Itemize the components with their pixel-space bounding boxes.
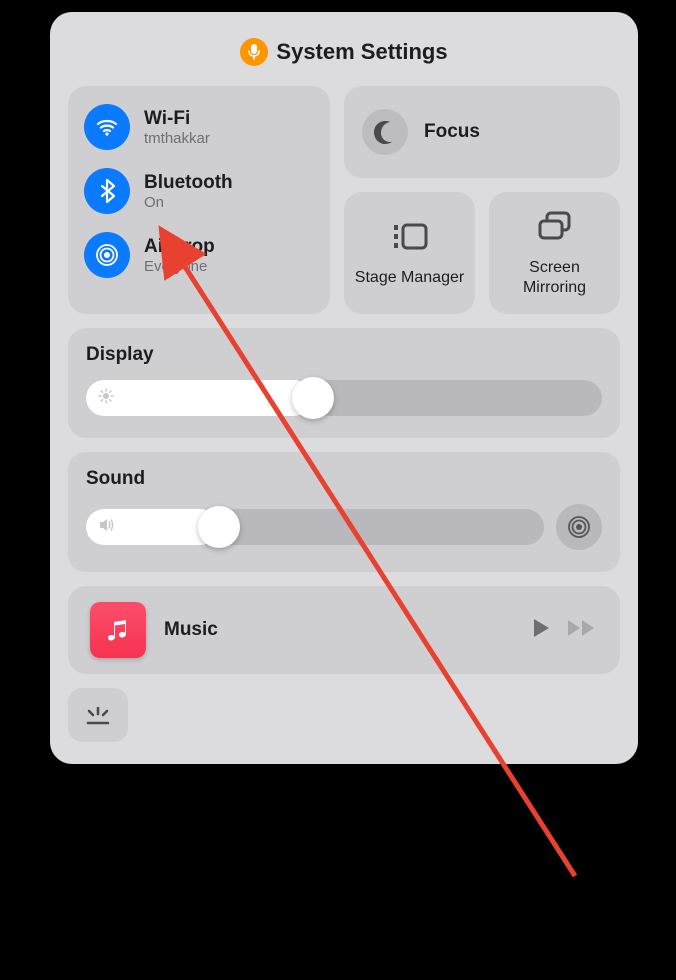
- volume-slider[interactable]: [86, 509, 544, 545]
- brightness-slider[interactable]: [86, 380, 602, 416]
- airdrop-status: Everyone: [144, 258, 215, 275]
- utility-row: Stage Manager Screen Mirroring: [344, 192, 620, 314]
- display-card: Display: [68, 328, 620, 438]
- brightness-fill: [86, 380, 313, 416]
- brightness-low-icon: [98, 388, 114, 409]
- stage-manager-button[interactable]: Stage Manager: [344, 192, 475, 314]
- brightness-thumb[interactable]: [292, 377, 334, 419]
- stage-manager-label: Stage Manager: [355, 268, 464, 287]
- keyboard-brightness-icon: [83, 704, 113, 726]
- bluetooth-label: Bluetooth: [144, 172, 233, 194]
- sound-card: Sound: [68, 452, 620, 572]
- display-label: Display: [86, 344, 602, 366]
- airplay-audio-button[interactable]: [556, 504, 602, 550]
- airdrop-toggle[interactable]: AirDrop Everyone: [82, 226, 316, 284]
- airdrop-icon: [84, 232, 130, 278]
- screen-mirroring-icon: [535, 209, 575, 250]
- moon-icon: [362, 109, 408, 155]
- airdrop-label: AirDrop: [144, 236, 215, 258]
- connectivity-card: Wi-Fi tmthakkar Bluetooth On: [68, 86, 330, 314]
- keyboard-brightness-button[interactable]: [68, 688, 128, 742]
- fast-forward-button[interactable]: [566, 618, 598, 643]
- screen-mirroring-button[interactable]: Screen Mirroring: [489, 192, 620, 314]
- bluetooth-toggle[interactable]: Bluetooth On: [82, 162, 316, 220]
- play-button[interactable]: [530, 617, 552, 644]
- header: System Settings: [68, 30, 620, 86]
- control-center-panel: System Settings Wi-Fi tmthakkar: [50, 12, 638, 764]
- music-app-icon: [90, 602, 146, 658]
- stage-manager-icon: [390, 219, 430, 260]
- page-title[interactable]: System Settings: [276, 39, 447, 65]
- volume-thumb[interactable]: [198, 506, 240, 548]
- focus-toggle[interactable]: Focus: [344, 86, 620, 178]
- speaker-icon: [98, 517, 116, 538]
- wifi-label: Wi-Fi: [144, 108, 210, 130]
- top-module-row: Wi-Fi tmthakkar Bluetooth On: [68, 86, 620, 314]
- sound-label: Sound: [86, 468, 602, 490]
- wifi-icon: [84, 104, 130, 150]
- now-playing-card[interactable]: Music: [68, 586, 620, 674]
- music-controls: [530, 617, 598, 644]
- music-label: Music: [164, 619, 512, 641]
- bluetooth-icon: [84, 168, 130, 214]
- focus-label: Focus: [424, 121, 480, 143]
- screen-mirroring-label: Screen Mirroring: [497, 258, 612, 296]
- top-right-column: Focus Stage Manager: [344, 86, 620, 314]
- wifi-status: tmthakkar: [144, 130, 210, 147]
- wifi-toggle[interactable]: Wi-Fi tmthakkar: [82, 98, 316, 156]
- bluetooth-status: On: [144, 194, 233, 211]
- microphone-active-icon[interactable]: [240, 38, 268, 66]
